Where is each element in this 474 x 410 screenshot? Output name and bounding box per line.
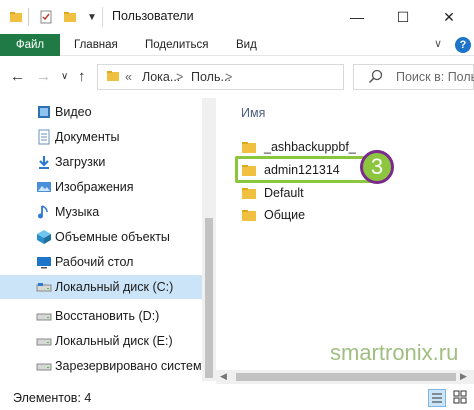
music-icon bbox=[36, 204, 52, 220]
sidebar-item-music[interactable]: Музыка bbox=[0, 200, 202, 224]
breadcrumb-local-disk[interactable]: Лока... bbox=[142, 70, 180, 84]
sidebar-item-label: Рабочий стол bbox=[55, 255, 134, 269]
sidebar-item-label: Локальный диск (C:) bbox=[55, 280, 174, 294]
folder-icon bbox=[241, 207, 257, 223]
sidebar-item-restore-d[interactable]: Восстановить (D:) bbox=[0, 304, 202, 328]
sidebar-item-documents[interactable]: Документы bbox=[0, 125, 202, 149]
sidebar-item-desktop[interactable]: Рабочий стол bbox=[0, 250, 202, 274]
sidebar-item-label: Локальный диск (E:) bbox=[55, 334, 173, 348]
qa-divider bbox=[28, 8, 29, 26]
pictures-icon bbox=[36, 179, 52, 195]
qa-dropdown-icon[interactable]: ▼ bbox=[84, 9, 100, 25]
properties-icon[interactable] bbox=[38, 9, 54, 25]
sidebar-item-label: Музыка bbox=[55, 205, 100, 219]
close-button[interactable]: ✕ bbox=[426, 0, 472, 34]
drive-icon bbox=[36, 333, 52, 349]
search-input[interactable]: Поиск в: Поль bbox=[396, 70, 474, 84]
folder-icon bbox=[106, 69, 120, 86]
maximize-button[interactable]: ☐ bbox=[380, 0, 426, 34]
tab-file[interactable]: Файл bbox=[0, 34, 60, 56]
ribbon: Файл Главная Поделиться Вид ∨ ? bbox=[0, 34, 474, 56]
list-item[interactable]: _ashbackuppbf_ bbox=[218, 136, 474, 158]
tab-share[interactable]: Поделиться bbox=[145, 34, 209, 56]
items-count: Элементов: 4 bbox=[13, 391, 92, 405]
horizontal-scrollbar-thumb[interactable] bbox=[236, 373, 456, 381]
search-box[interactable]: Поиск в: Поль bbox=[353, 64, 474, 90]
sidebar-item-label: Зарезервировано системой bbox=[55, 359, 216, 373]
file-name: Default bbox=[264, 186, 304, 200]
title-bar: ▼ Пользователи — ☐ ✕ bbox=[0, 0, 474, 34]
forward-arrow-icon[interactable]: → bbox=[36, 68, 51, 85]
desktop-icon bbox=[36, 254, 52, 270]
help-icon[interactable]: ? bbox=[455, 37, 471, 53]
navigation-pane: Видео Документы Загрузки Изображения Муз… bbox=[0, 98, 216, 381]
folder-icon bbox=[241, 185, 257, 201]
tab-home[interactable]: Главная bbox=[74, 34, 118, 56]
title-divider bbox=[102, 7, 103, 27]
search-icon bbox=[368, 69, 383, 87]
sidebar-item-video[interactable]: Видео bbox=[0, 100, 202, 124]
sidebar-item-local-disk-e[interactable]: Локальный диск (E:) bbox=[0, 329, 202, 353]
minimize-button[interactable]: — bbox=[334, 0, 380, 34]
video-icon bbox=[36, 104, 52, 120]
window-title: Пользователи bbox=[112, 9, 194, 23]
list-item[interactable]: Default bbox=[218, 182, 474, 204]
sidebar-item-label: Загрузки bbox=[55, 155, 106, 169]
folder-icon bbox=[8, 9, 24, 25]
file-list: Имя _ashbackuppbf_ admin121314 Default О… bbox=[218, 98, 474, 368]
drive-icon bbox=[36, 358, 52, 374]
recent-locations-icon[interactable]: ∨ bbox=[61, 71, 68, 82]
tiles-view-icon[interactable] bbox=[452, 389, 470, 407]
drive-icon bbox=[36, 279, 52, 295]
column-header-name[interactable]: Имя bbox=[241, 106, 265, 120]
sidebar-item-pictures[interactable]: Изображения bbox=[0, 175, 202, 199]
watermark: smartronix.ru bbox=[330, 340, 459, 365]
sidebar-item-downloads[interactable]: Загрузки bbox=[0, 150, 202, 174]
status-bar: Элементов: 4 bbox=[0, 386, 474, 410]
breadcrumb-separator[interactable]: > bbox=[176, 70, 183, 84]
folder-icon bbox=[241, 139, 257, 155]
scroll-right-icon[interactable]: ▶ bbox=[460, 371, 467, 382]
downloads-icon bbox=[36, 154, 52, 170]
3d-objects-icon bbox=[36, 229, 52, 245]
sidebar-item-label: Изображения bbox=[55, 180, 134, 194]
documents-icon bbox=[36, 129, 52, 145]
new-folder-icon[interactable] bbox=[62, 9, 78, 25]
back-arrow-icon[interactable]: ← bbox=[10, 68, 25, 85]
scroll-left-icon[interactable]: ◀ bbox=[220, 371, 227, 382]
ribbon-collapse-icon[interactable]: ∨ bbox=[434, 37, 442, 50]
sidebar-item-label: Объемные объекты bbox=[55, 230, 170, 244]
sidebar-item-system-reserved[interactable]: Зарезервировано системой bbox=[0, 354, 215, 378]
address-bar[interactable]: « Лока... > Поль... > ∨ ↻ bbox=[97, 64, 435, 90]
navigation-bar: ← → ∨ ↑ « Лока... > Поль... > ∨ ↻ Поиск … bbox=[0, 58, 474, 96]
breadcrumb-overflow[interactable]: « bbox=[125, 70, 132, 84]
sidebar-item-label: Документы bbox=[55, 130, 120, 144]
details-view-icon[interactable] bbox=[428, 389, 446, 407]
horizontal-scrollbar[interactable]: ◀ ▶ bbox=[216, 370, 474, 384]
file-name: _ashbackuppbf_ bbox=[264, 140, 356, 154]
sidebar-item-label: Видео bbox=[55, 105, 92, 119]
up-arrow-icon[interactable]: ↑ bbox=[78, 68, 86, 85]
sidebar-item-local-disk-c[interactable]: Локальный диск (C:) bbox=[0, 275, 202, 299]
tab-view[interactable]: Вид bbox=[236, 34, 257, 56]
file-name: Общие bbox=[264, 208, 306, 222]
breadcrumb-separator[interactable]: > bbox=[225, 70, 232, 84]
sidebar-item-label: Восстановить (D:) bbox=[55, 309, 160, 323]
list-item[interactable]: Общие bbox=[218, 204, 474, 226]
step-badge: 3 bbox=[360, 150, 394, 184]
sidebar-scrollbar[interactable] bbox=[202, 98, 216, 381]
sidebar-scrollbar-thumb[interactable] bbox=[205, 218, 213, 378]
drive-icon bbox=[36, 308, 52, 324]
sidebar-item-3d-objects[interactable]: Объемные объекты bbox=[0, 225, 202, 249]
